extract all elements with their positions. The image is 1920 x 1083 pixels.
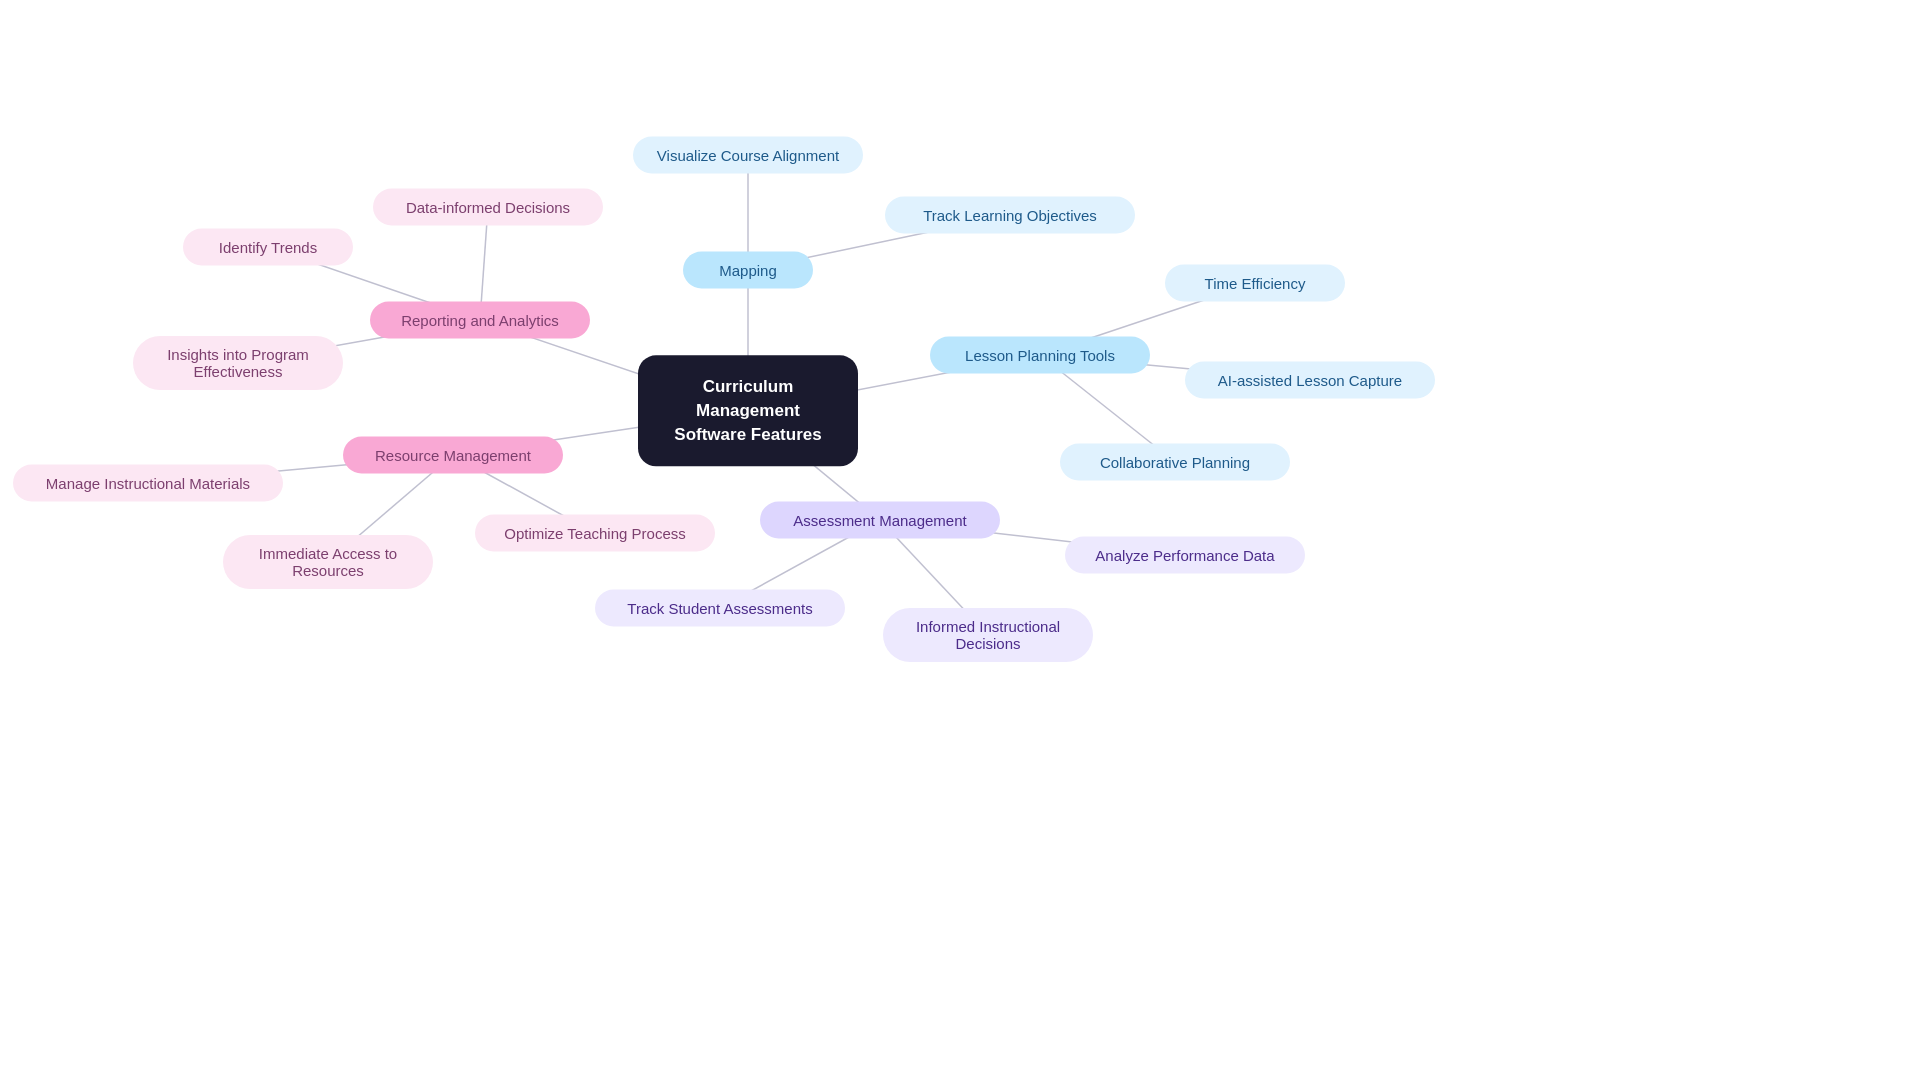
node-immediate-access: Immediate Access to Resources xyxy=(223,535,433,589)
node-track-learning: Track Learning Objectives xyxy=(885,197,1135,234)
mind-map: Curriculum Management Software Features M… xyxy=(0,0,1920,1083)
node-visualize-course: Visualize Course Alignment xyxy=(633,137,863,174)
node-optimize-teaching: Optimize Teaching Process xyxy=(475,515,715,552)
node-insights: Insights into Program Effectiveness xyxy=(133,336,343,390)
node-identify-trends: Identify Trends xyxy=(183,229,353,266)
node-time-efficiency: Time Efficiency xyxy=(1165,265,1345,302)
node-track-student: Track Student Assessments xyxy=(595,590,845,627)
node-informed: Informed Instructional Decisions xyxy=(883,608,1093,662)
node-manage-materials: Manage Instructional Materials xyxy=(13,465,283,502)
node-lesson-planning: Lesson Planning Tools xyxy=(930,337,1150,374)
node-data-informed: Data-informed Decisions xyxy=(373,189,603,226)
node-reporting: Reporting and Analytics xyxy=(370,302,590,339)
node-resource-mgmt: Resource Management xyxy=(343,437,563,474)
node-analyze-perf: Analyze Performance Data xyxy=(1065,537,1305,574)
node-ai-lesson: AI-assisted Lesson Capture xyxy=(1185,362,1435,399)
node-collaborative: Collaborative Planning xyxy=(1060,444,1290,481)
center-node: Curriculum Management Software Features xyxy=(638,355,858,466)
node-assessment-mgmt: Assessment Management xyxy=(760,502,1000,539)
node-mapping: Mapping xyxy=(683,252,813,289)
